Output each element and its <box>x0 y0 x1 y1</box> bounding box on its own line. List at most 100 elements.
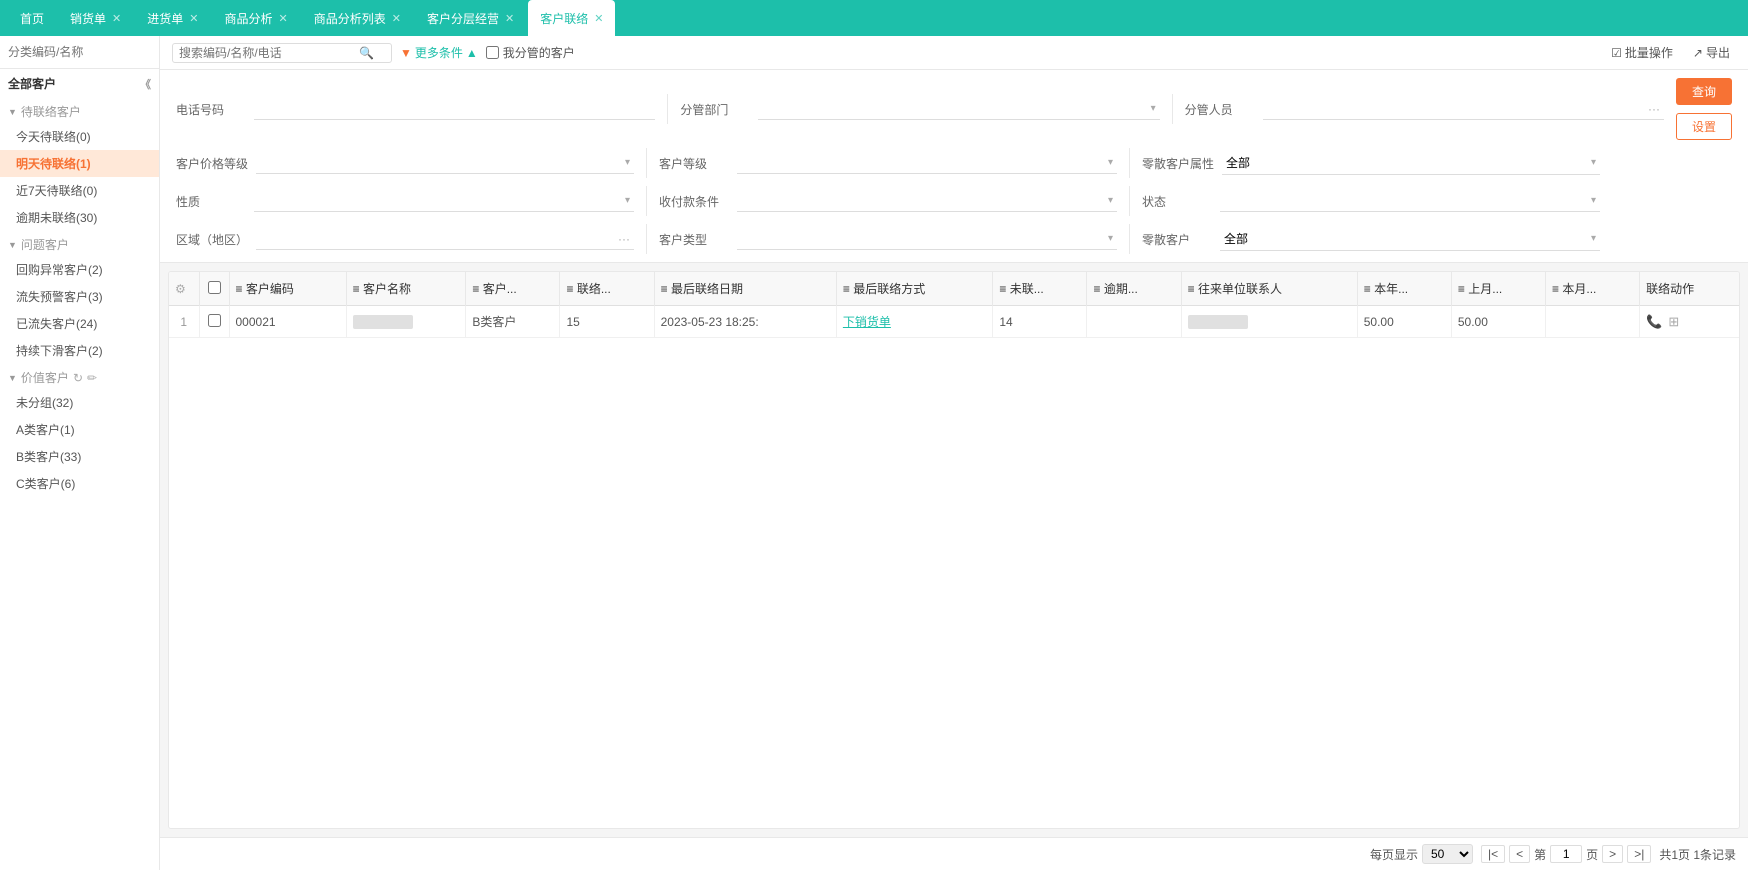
edit-icon[interactable]: ✏ <box>87 371 97 385</box>
nav-customer-tiered[interactable]: 客户分层经营 ✕ <box>415 0 526 36</box>
sidebar-item-ungrouped[interactable]: 未分组(32) <box>0 389 159 416</box>
prev-page-btn[interactable]: < <box>1509 845 1530 863</box>
filter-row-3: 性质 ▾ 收付款条件 ▾ 状态 <box>176 186 1732 216</box>
person-field: 分管人员 ··· <box>1185 98 1664 120</box>
sidebar-item-7days-contact[interactable]: 近7天待联络(0) <box>0 177 159 204</box>
nav-customer-contact[interactable]: 客户联络 ✕ <box>528 0 615 36</box>
search-input[interactable] <box>179 46 359 60</box>
sidebar-search-bar: 🔍 <box>0 36 159 69</box>
chevron-down-icon: ▾ <box>1108 233 1113 244</box>
triangle-icon: ▼ <box>8 373 17 383</box>
nav-product-analysis-list[interactable]: 商品分析列表 ✕ <box>302 0 413 36</box>
sidebar-item-type-b[interactable]: B类客户(33) <box>0 443 159 470</box>
row-action: 📞 ⊞ <box>1640 306 1739 338</box>
sidebar-item-today-contact[interactable]: 今天待联络(0) <box>0 123 159 150</box>
close-icon[interactable]: ✕ <box>505 12 514 25</box>
total-records: 共1页 1条记录 <box>1659 846 1736 863</box>
search-box: 🔍 <box>172 43 392 63</box>
row-this-year: 50.00 <box>1357 306 1451 338</box>
all-customers-header[interactable]: 全部客户 《 <box>0 69 159 98</box>
nav-home[interactable]: 首页 <box>8 0 56 36</box>
group-label-value: ▼ 价值客户 ↻ ✏ <box>0 364 159 389</box>
my-customers-checkbox[interactable]: 我分管的客户 <box>486 44 575 61</box>
search-icon[interactable]: 🔍 <box>359 46 374 60</box>
close-icon[interactable]: ✕ <box>279 12 288 25</box>
nav-purchase-order[interactable]: 进货单 ✕ <box>135 0 210 36</box>
export-btn[interactable]: ↗ 导出 <box>1687 42 1736 63</box>
action-icons-group: 📞 ⊞ <box>1646 314 1733 330</box>
row-select-checkbox[interactable] <box>208 314 221 327</box>
customer-type-select[interactable]: ▾ <box>737 228 1117 250</box>
row-last-contact-method: 下销货单 <box>836 306 992 338</box>
next-page-btn[interactable]: > <box>1602 845 1623 863</box>
column-checkbox <box>199 272 229 306</box>
phone-input[interactable] <box>254 99 655 120</box>
page-input[interactable] <box>1550 845 1582 863</box>
close-icon[interactable]: ✕ <box>189 12 198 25</box>
grid-action-icon[interactable]: ⊞ <box>1668 314 1679 330</box>
sidebar-item-overdue-contact[interactable]: 逾期未联络(30) <box>0 204 159 231</box>
nature-field: 性质 ▾ <box>176 190 634 212</box>
column-last-contact-date: ≡ 最后联络日期 <box>654 272 836 306</box>
payment-select[interactable]: ▾ <box>737 190 1117 212</box>
chevron-down-icon: ▾ <box>1591 233 1596 244</box>
sidebar-item-tomorrow-contact[interactable]: 明天待联络(1) <box>0 150 159 177</box>
export-icon: ↗ <box>1693 46 1703 60</box>
region-select[interactable]: ··· <box>256 228 634 250</box>
row-overdue <box>1087 306 1181 338</box>
dots-icon: ··· <box>1648 102 1660 116</box>
select-all-checkbox[interactable] <box>208 281 221 294</box>
nav-product-analysis[interactable]: 商品分析 ✕ <box>212 0 299 36</box>
retail-customer-select[interactable]: 全部 ▾ <box>1220 227 1600 251</box>
column-name: ≡ 客户名称 <box>346 272 466 306</box>
group-label-problem: ▼ 问题客户 <box>0 231 159 256</box>
column-gear[interactable]: ⚙ <box>169 272 199 306</box>
close-icon[interactable]: ✕ <box>392 12 401 25</box>
retail-attr-field: 零散客户属性 全部 ▾ <box>1142 151 1600 175</box>
row-name <box>346 306 466 338</box>
last-page-btn[interactable]: >| <box>1627 845 1651 863</box>
more-conditions-btn[interactable]: ▼ 更多条件 ▲ <box>400 44 478 61</box>
checkbox-icon: ☑ <box>1611 46 1622 60</box>
my-customers-check[interactable] <box>486 46 499 59</box>
sidebar-item-declining[interactable]: 持续下滑客户(2) <box>0 337 159 364</box>
sidebar-search-input[interactable] <box>8 45 160 59</box>
nature-select[interactable]: ▾ <box>254 190 634 212</box>
column-uncontacted: ≡ 未联... <box>993 272 1087 306</box>
sidebar-item-type-c[interactable]: C类客户(6) <box>0 470 159 497</box>
customer-level-select[interactable]: ▾ <box>737 152 1117 174</box>
row-checkbox[interactable] <box>199 306 229 338</box>
first-page-btn[interactable]: |< <box>1481 845 1505 863</box>
chevron-down-icon: ▾ <box>625 195 630 206</box>
column-contact-count: ≡ 联络... <box>560 272 654 306</box>
per-page-select[interactable]: 50 100 200 <box>1422 844 1473 864</box>
price-level-select[interactable]: ▾ <box>256 152 634 174</box>
query-button[interactable]: 查询 <box>1676 78 1732 105</box>
triangle-icon: ▼ <box>8 107 17 117</box>
close-icon[interactable]: ✕ <box>112 12 121 25</box>
row-num: 1 <box>169 306 199 338</box>
column-last-month: ≡ 上月... <box>1451 272 1545 306</box>
advanced-filter-panel: 电话号码 分管部门 ▾ 分管人员 ··· <box>160 70 1748 263</box>
retail-attr-select[interactable]: 全部 ▾ <box>1222 151 1600 175</box>
sidebar-item-churned[interactable]: 已流失客户(24) <box>0 310 159 337</box>
query-settings-group: 查询 设置 <box>1676 78 1732 140</box>
phone-action-icon[interactable]: 📞 <box>1646 314 1662 330</box>
row-uncontacted: 14 <box>993 306 1087 338</box>
batch-operation-btn[interactable]: ☑ 批量操作 <box>1605 42 1679 63</box>
column-type: ≡ 客户... <box>466 272 560 306</box>
customer-name-blurred <box>353 315 413 329</box>
person-select[interactable]: ··· <box>1263 98 1664 120</box>
dept-select[interactable]: ▾ <box>758 98 1159 120</box>
sidebar-item-repurchase-abnormal[interactable]: 回购异常客户(2) <box>0 256 159 283</box>
settings-button[interactable]: 设置 <box>1676 113 1732 140</box>
sidebar-item-churn-warning[interactable]: 流失预警客户(3) <box>0 283 159 310</box>
status-select[interactable]: ▾ <box>1220 190 1600 212</box>
refresh-icon[interactable]: ↻ <box>73 371 83 385</box>
chevron-down-icon: ▾ <box>625 157 630 168</box>
close-icon[interactable]: ✕ <box>594 12 603 25</box>
contact-person-blurred <box>1188 315 1248 329</box>
data-table: ⚙ ≡ 客户编码 ≡ 客户名称 ≡ 客户... <box>168 271 1740 829</box>
sidebar-item-type-a[interactable]: A类客户(1) <box>0 416 159 443</box>
nav-sales-order[interactable]: 销货单 ✕ <box>58 0 133 36</box>
